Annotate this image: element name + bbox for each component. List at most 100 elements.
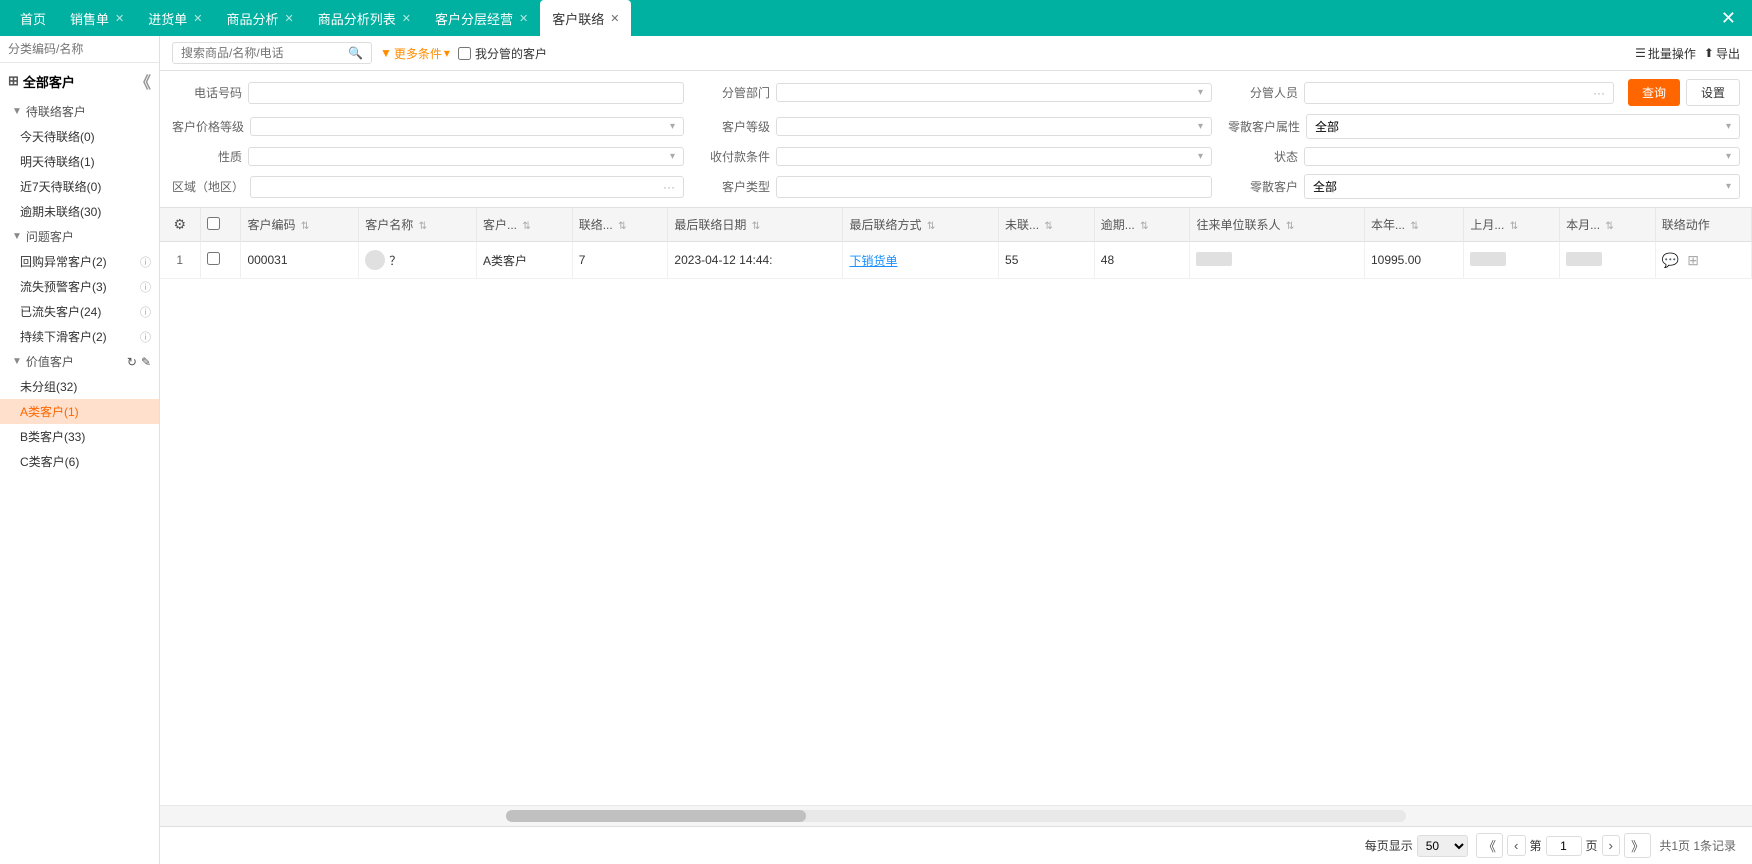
sidebar-item-continuous-decline[interactable]: 持续下滑客户(2) ⓘ [0, 324, 159, 349]
retail-customer-select[interactable]: 全部 ▾ [1304, 174, 1740, 199]
next-page-button[interactable]: › [1602, 835, 1620, 856]
region-select[interactable]: ··· [250, 176, 684, 198]
filter-search-input[interactable] [181, 46, 344, 60]
tab-customer-contact[interactable]: 客户联络 ✕ [540, 0, 631, 36]
filter-my-customers[interactable]: 我分管的客户 [458, 45, 547, 62]
page-size-select: 每页显示 20 50 100 200 [1365, 835, 1468, 857]
customer-level-select[interactable]: ▾ [776, 117, 1212, 136]
select-all-checkbox[interactable] [207, 217, 220, 230]
row-last-contact-method[interactable]: 下销货单 [843, 242, 999, 279]
sidebar-item-repurchase-anomaly[interactable]: 回购异常客户(2) ⓘ [0, 249, 159, 274]
scroll-thumb[interactable] [506, 810, 806, 822]
nature-label: 性质 [172, 148, 242, 165]
export-button[interactable]: ⬆ 导出 [1704, 45, 1740, 62]
th-current-year[interactable]: 本年... ⇅ [1364, 208, 1463, 242]
query-button[interactable]: 查询 [1628, 79, 1680, 106]
sidebar-group-value-customers[interactable]: ▼ 价值客户 ↻ ✎ [0, 349, 159, 374]
sidebar-item-today-pending[interactable]: 今天待联络(0) [0, 124, 159, 149]
advanced-filter: 电话号码 分管部门 ▾ 分管人员 ··· [160, 71, 1752, 208]
filter-search-box: 🔍 [172, 42, 372, 64]
th-company-contact[interactable]: 往来单位联系人 ⇅ [1190, 208, 1365, 242]
tab-sales[interactable]: 销售单 ✕ [58, 0, 136, 36]
customer-level-arrow: ▾ [1198, 121, 1203, 132]
table-settings-icon[interactable]: ⚙ [173, 216, 186, 232]
sidebar-search-input[interactable] [8, 42, 160, 56]
problem-customers-title: 问题客户 [26, 228, 74, 245]
info-icon-4: ⓘ [140, 329, 151, 345]
retail-attr-select[interactable]: 全部 ▾ [1306, 114, 1740, 139]
th-last-contact-method[interactable]: 最后联络方式 ⇅ [843, 208, 999, 242]
filter-search-icon[interactable]: 🔍 [348, 46, 363, 60]
name-cell: ？ [365, 250, 470, 270]
close-tab-customer-contact[interactable]: ✕ [610, 12, 619, 25]
uncontacted-sort-icon: ⇅ [1044, 221, 1052, 232]
my-customers-checkbox[interactable] [458, 47, 471, 60]
price-level-select[interactable]: ▾ [250, 117, 684, 136]
sidebar-item-class-c[interactable]: C类客户(6) [0, 449, 159, 474]
chat-action-icon[interactable]: 💬 [1662, 252, 1679, 269]
sidebar-item-class-a[interactable]: A类客户(1) [0, 399, 159, 424]
close-tab-purchase[interactable]: ✕ [193, 12, 202, 25]
nature-select[interactable]: ▾ [248, 147, 684, 166]
scroll-track[interactable] [506, 810, 1406, 822]
settings-button[interactable]: 设置 [1686, 79, 1740, 106]
tab-goods-analysis[interactable]: 商品分析 ✕ [214, 0, 305, 36]
sidebar-item-7days-pending[interactable]: 近7天待联络(0) [0, 174, 159, 199]
export-icon: ⬆ [1704, 46, 1714, 60]
sidebar-item-class-b[interactable]: B类客户(33) [0, 424, 159, 449]
page-number-input[interactable] [1546, 836, 1582, 856]
edit-icon[interactable]: ✎ [141, 355, 151, 369]
row-last-month [1464, 242, 1560, 279]
sidebar-item-unclassified[interactable]: 未分组(32) [0, 374, 159, 399]
prev-page-button[interactable]: ‹ [1507, 835, 1525, 856]
sidebar-all-customers[interactable]: ⊞ 全部客户 《 [0, 63, 159, 99]
th-last-contact-date[interactable]: 最后联络日期 ⇅ [668, 208, 843, 242]
status-select[interactable]: ▾ [1304, 147, 1740, 166]
batch-op-button[interactable]: ☰ 批量操作 [1635, 45, 1696, 62]
app-close-button[interactable]: ✕ [1713, 8, 1744, 29]
tab-customer-segment[interactable]: 客户分层经营 ✕ [423, 0, 540, 36]
manager-select[interactable]: ··· [1304, 82, 1614, 104]
th-uncontacted[interactable]: 未联... ⇅ [999, 208, 1095, 242]
filter-more-conditions[interactable]: ▼ 更多条件 ▾ [380, 45, 450, 62]
sidebar-item-overdue-uncontacted[interactable]: 逾期未联络(30) [0, 199, 159, 224]
tab-purchase[interactable]: 进货单 ✕ [136, 0, 214, 36]
close-tab-sales[interactable]: ✕ [115, 12, 124, 25]
th-contact-count[interactable]: 联络... ⇅ [572, 208, 668, 242]
th-type[interactable]: 客户... ⇅ [476, 208, 572, 242]
th-overdue[interactable]: 逾期... ⇅ [1094, 208, 1190, 242]
phone-input[interactable] [248, 82, 684, 104]
sidebar-group-problem-customers[interactable]: ▼ 问题客户 [0, 224, 159, 249]
row-select-checkbox[interactable] [207, 252, 220, 265]
company-contact-sort-icon: ⇅ [1286, 221, 1294, 232]
nature-arrow: ▾ [670, 151, 675, 162]
sidebar-collapse-btn[interactable]: 《 [135, 69, 151, 93]
first-page-button[interactable]: 《 [1476, 833, 1503, 858]
adv-filter-customer-level: 客户等级 ▾ [700, 114, 1212, 139]
close-tab-goods-analysis[interactable]: ✕ [285, 12, 294, 25]
th-name[interactable]: 客户名称 ⇅ [359, 208, 477, 242]
th-current-month[interactable]: 本月... ⇅ [1560, 208, 1656, 242]
payment-select[interactable]: ▾ [776, 147, 1212, 166]
sidebar-group-pending-contact[interactable]: ▼ 待联络客户 [0, 99, 159, 124]
sidebar-item-churned[interactable]: 已流失客户(24) ⓘ [0, 299, 159, 324]
close-tab-goods-analysis-list[interactable]: ✕ [402, 12, 411, 25]
tab-home[interactable]: 首页 [8, 0, 58, 36]
last-page-button[interactable]: 》 [1624, 833, 1651, 858]
tab-goods-analysis-list[interactable]: 商品分析列表 ✕ [306, 0, 423, 36]
adv-filter-status: 状态 ▾ [1228, 147, 1740, 166]
close-tab-customer-segment[interactable]: ✕ [519, 12, 528, 25]
sidebar-item-tomorrow-pending[interactable]: 明天待联络(1) [0, 149, 159, 174]
sidebar-item-churn-warning[interactable]: 流失预警客户(3) ⓘ [0, 274, 159, 299]
value-customers-arrow: ▼ [12, 356, 22, 367]
last-date-sort-icon: ⇅ [752, 221, 760, 232]
grid-action-icon[interactable]: ⊞ [1687, 252, 1699, 269]
th-code[interactable]: 客户编码 ⇅ [241, 208, 359, 242]
refresh-icon[interactable]: ↻ [127, 355, 137, 369]
th-last-month[interactable]: 上月... ⇅ [1464, 208, 1560, 242]
horizontal-scrollbar[interactable] [160, 805, 1752, 826]
page-size-dropdown[interactable]: 20 50 100 200 [1417, 835, 1468, 857]
dept-select[interactable]: ▾ [776, 83, 1212, 102]
customer-type-input[interactable] [776, 176, 1212, 198]
total-info: 共1页 1条记录 [1659, 837, 1736, 854]
